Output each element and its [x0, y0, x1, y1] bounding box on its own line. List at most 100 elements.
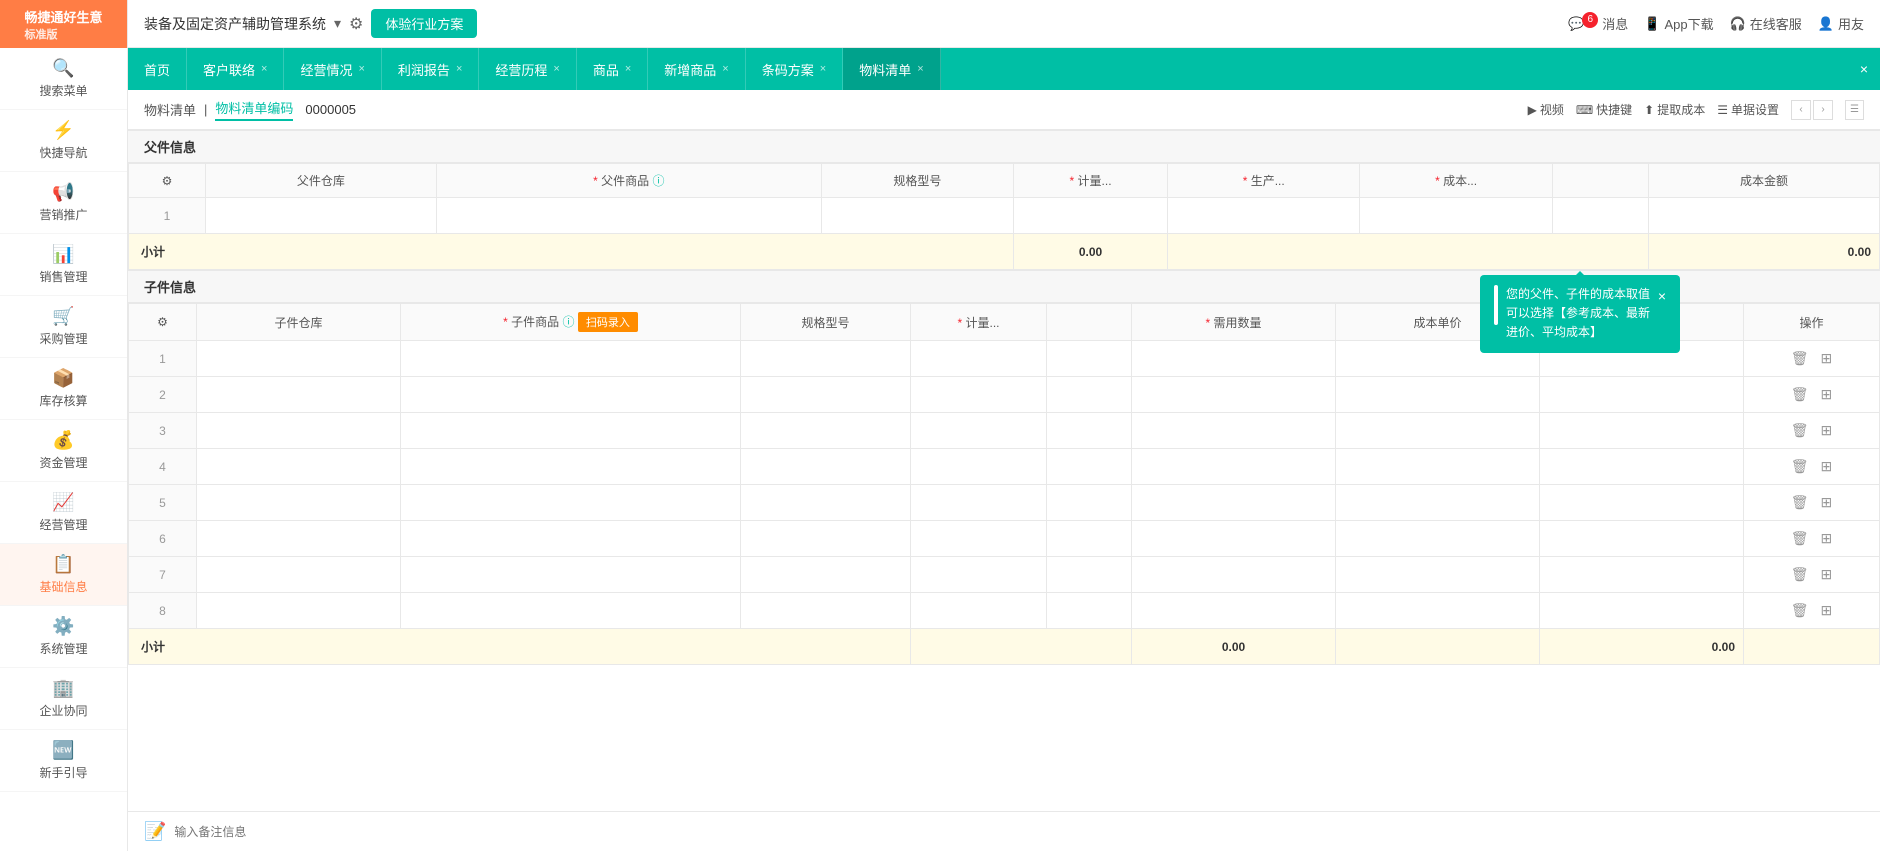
child-row-6-qty[interactable] — [1132, 521, 1336, 557]
child-row-4-delete-btn[interactable]: 🗑 — [1789, 456, 1811, 477]
child-row-6-more[interactable] — [1047, 521, 1132, 557]
child-row-7-spec[interactable] — [741, 557, 911, 593]
child-settings-gear-icon[interactable]: ⚙ — [157, 315, 168, 329]
child-row-5-product[interactable] — [401, 485, 741, 521]
tab-add-product[interactable]: 新增商品 × — [648, 48, 745, 90]
child-row-4-unitprice[interactable] — [1336, 449, 1540, 485]
sidebar-item-basic[interactable]: 📋 基础信息 — [0, 544, 127, 606]
sidebar-item-marketing[interactable]: 📢 营销推广 — [0, 172, 127, 234]
child-row-8-warehouse[interactable] — [197, 593, 401, 629]
prev-arrow[interactable]: ‹ — [1791, 100, 1811, 120]
child-row-4-product[interactable] — [401, 449, 741, 485]
child-row-6-product[interactable] — [401, 521, 741, 557]
child-row-7-warehouse[interactable] — [197, 557, 401, 593]
child-row-4-spec[interactable] — [741, 449, 911, 485]
child-row-7-delete-btn[interactable]: 🗑 — [1789, 564, 1811, 585]
tab-customer-close[interactable]: × — [261, 63, 267, 75]
child-row-4-more[interactable] — [1047, 449, 1132, 485]
child-row-1-delete-btn[interactable]: 🗑 — [1789, 348, 1811, 369]
sidebar-item-operation[interactable]: 📈 经营管理 — [0, 482, 127, 544]
child-row-2-qty[interactable] — [1132, 377, 1336, 413]
child-row-5-more[interactable] — [1047, 485, 1132, 521]
child-row-5-unitprice[interactable] — [1336, 485, 1540, 521]
child-row-1-warehouse[interactable] — [197, 341, 401, 377]
child-row-2-delete-btn[interactable]: 🗑 — [1789, 384, 1811, 405]
view-action[interactable]: ▶ 视频 — [1528, 101, 1564, 118]
child-row-6-spec[interactable] — [741, 521, 911, 557]
next-arrow[interactable]: › — [1813, 100, 1833, 120]
tab-add-product-close[interactable]: × — [722, 63, 728, 75]
close-all-button[interactable]: × — [1848, 61, 1880, 77]
child-row-7-unit[interactable] — [911, 557, 1047, 593]
tooltip-close-button[interactable]: × — [1658, 285, 1666, 307]
extract-cost-action[interactable]: ⬆ 提取成本 — [1644, 101, 1705, 118]
tab-home[interactable]: 首页 — [128, 48, 187, 90]
child-row-2-amount[interactable] — [1540, 377, 1744, 413]
tab-profit-report[interactable]: 利润报告 × — [382, 48, 479, 90]
parent-row-1-produce[interactable] — [1168, 198, 1360, 234]
child-row-8-unit[interactable] — [911, 593, 1047, 629]
tab-operation-status[interactable]: 经营情况 × — [284, 48, 381, 90]
child-row-2-product[interactable] — [401, 377, 741, 413]
child-row-6-unit[interactable] — [911, 521, 1047, 557]
child-row-1-spec[interactable] — [741, 341, 911, 377]
child-row-6-unitprice[interactable] — [1336, 521, 1540, 557]
child-row-1-product[interactable] — [401, 341, 741, 377]
gear-button[interactable]: ⚙ — [349, 14, 363, 34]
tab-history-close[interactable]: × — [553, 63, 559, 75]
child-row-1-qty[interactable] — [1132, 341, 1336, 377]
sidebar-item-system[interactable]: ⚙️ 系统管理 — [0, 606, 127, 668]
child-row-6-warehouse[interactable] — [197, 521, 401, 557]
tab-bom-close[interactable]: × — [917, 63, 923, 75]
child-row-5-copy-btn[interactable]: ⊞ — [1819, 492, 1835, 513]
child-row-2-more[interactable] — [1047, 377, 1132, 413]
settings-gear-icon[interactable]: ⚙ — [162, 174, 173, 188]
child-row-7-product[interactable] — [401, 557, 741, 593]
sidebar-item-purchase[interactable]: 🛒 采购管理 — [0, 296, 127, 358]
child-row-3-unitprice[interactable] — [1336, 413, 1540, 449]
app-download-item[interactable]: 📱 App下载 — [1644, 14, 1713, 33]
child-row-4-qty[interactable] — [1132, 449, 1336, 485]
child-row-1-more[interactable] — [1047, 341, 1132, 377]
child-row-4-warehouse[interactable] — [197, 449, 401, 485]
child-row-5-warehouse[interactable] — [197, 485, 401, 521]
child-row-2-copy-btn[interactable]: ⊞ — [1819, 384, 1835, 405]
child-row-5-qty[interactable] — [1132, 485, 1336, 521]
sidebar-item-finance[interactable]: 💰 资金管理 — [0, 420, 127, 482]
tab-bom[interactable]: 物料清单 × — [843, 48, 940, 90]
child-row-8-amount[interactable] — [1540, 593, 1744, 629]
child-row-6-copy-btn[interactable]: ⊞ — [1819, 528, 1835, 549]
shortcut-action[interactable]: ⌨ 快捷键 — [1576, 101, 1632, 118]
child-row-5-spec[interactable] — [741, 485, 911, 521]
child-row-7-amount[interactable] — [1540, 557, 1744, 593]
header-dropdown-icon[interactable]: ▾ — [334, 15, 341, 32]
online-service-item[interactable]: 🎧 在线客服 — [1730, 14, 1802, 33]
scan-button[interactable]: 扫码录入 — [578, 312, 638, 332]
child-row-6-amount[interactable] — [1540, 521, 1744, 557]
child-row-3-copy-btn[interactable]: ⊞ — [1819, 420, 1835, 441]
child-row-8-delete-btn[interactable]: 🗑 — [1789, 600, 1811, 621]
child-row-4-amount[interactable] — [1540, 449, 1744, 485]
parent-row-1-warehouse[interactable] — [205, 198, 436, 234]
child-row-3-amount[interactable] — [1540, 413, 1744, 449]
tab-profit-close[interactable]: × — [456, 63, 462, 75]
child-row-8-more[interactable] — [1047, 593, 1132, 629]
child-row-5-unit[interactable] — [911, 485, 1047, 521]
child-row-7-qty[interactable] — [1132, 557, 1336, 593]
parent-row-1-amount[interactable] — [1649, 198, 1880, 234]
child-row-2-warehouse[interactable] — [197, 377, 401, 413]
child-row-4-unit[interactable] — [911, 449, 1047, 485]
expand-btn[interactable]: ☰ — [1845, 100, 1864, 120]
child-row-3-qty[interactable] — [1132, 413, 1336, 449]
child-row-2-unit[interactable] — [911, 377, 1047, 413]
child-row-8-unitprice[interactable] — [1336, 593, 1540, 629]
child-row-2-unitprice[interactable] — [1336, 377, 1540, 413]
child-row-2-spec[interactable] — [741, 377, 911, 413]
child-row-3-warehouse[interactable] — [197, 413, 401, 449]
sidebar-item-search[interactable]: 🔍 搜索菜单 — [0, 48, 127, 110]
child-row-3-product[interactable] — [401, 413, 741, 449]
tab-product-close[interactable]: × — [625, 63, 631, 75]
child-row-7-unitprice[interactable] — [1336, 557, 1540, 593]
parent-row-1-unit[interactable] — [1014, 198, 1168, 234]
parent-row-1-product[interactable] — [436, 198, 821, 234]
